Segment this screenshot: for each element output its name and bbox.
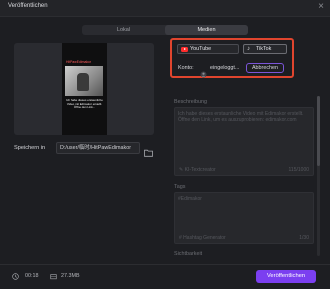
title-bar: Veröffentlichen × [0,0,330,17]
video-title: HitPawEdimakor [66,60,92,64]
platform-youtube-button[interactable]: YouTube [177,44,239,54]
hashtag-generator-button[interactable]: # Hashtag Generator [179,235,226,241]
video-duration: 00:18 [25,273,39,279]
tab-lokal[interactable]: Lokal [82,25,165,35]
save-path-field[interactable]: D:/user/临时/HitPawEdimakor [56,142,140,154]
tags-text: #Edimakor [178,196,202,202]
tags-count: 1/30 [299,235,309,241]
close-icon[interactable]: × [318,1,324,13]
scrollbar-thumb[interactable] [317,96,320,166]
ai-text-creator-label: KI-Textcreator [184,167,216,173]
account-logout-button[interactable]: Abbrechen [246,63,284,73]
video-frame [65,66,103,96]
description-label: Beschreibung [174,99,207,105]
tab-medien[interactable]: Medien [165,25,248,35]
youtube-icon [181,46,188,52]
window-title: Veröffentlichen [8,3,48,9]
ai-icon: ✎ [179,167,184,173]
video-caption: Ich habe dieses erstaunliche Video mit E… [66,98,103,110]
hashtag-icon: # [179,235,182,241]
description-text: Ich habe dieses erstaunliche Video mit E… [178,111,304,124]
footer-bar: 00:18 27.3MB Veröffentlichen [0,264,330,289]
hashtag-generator-label: Hashtag Generator [183,235,226,241]
clock-icon [12,273,19,282]
tiktok-icon: ♪ [247,46,250,52]
ai-text-creator-button[interactable]: ✎ KI-Textcreator [179,167,216,173]
video-thumbnail[interactable]: HitPawEdimakor Ich habe dieses erstaunli… [62,43,107,135]
save-location-label: Speichern in [14,145,46,151]
publish-button[interactable]: Veröffentlichen [256,270,316,283]
account-status: eingeloggt... [210,65,240,71]
platform-tiktok-label: TikTok [256,46,272,52]
privacy-label: Sichtbarkeit [174,251,203,257]
file-size: 27.3MB [61,273,80,279]
tags-label: Tags [174,184,186,190]
file-size-icon [50,273,57,282]
account-avatar-icon [200,65,207,83]
video-preview-panel: HitPawEdimakor Ich habe dieses erstaunli… [14,43,154,135]
description-char-count: 115/1000 [288,167,309,173]
account-label: Konto: [178,65,194,71]
platform-tiktok-button[interactable]: ♪ TikTok [243,44,287,54]
platform-youtube-label: YouTube [190,46,212,52]
folder-icon[interactable] [144,144,153,162]
tags-textarea[interactable]: #Edimakor # Hashtag Generator 1/30 [174,192,314,244]
scrollbar[interactable] [317,96,320,256]
tab-bar: Lokal Medien [82,25,248,35]
description-textarea[interactable]: Ich habe dieses erstaunliche Video mit E… [174,107,314,176]
